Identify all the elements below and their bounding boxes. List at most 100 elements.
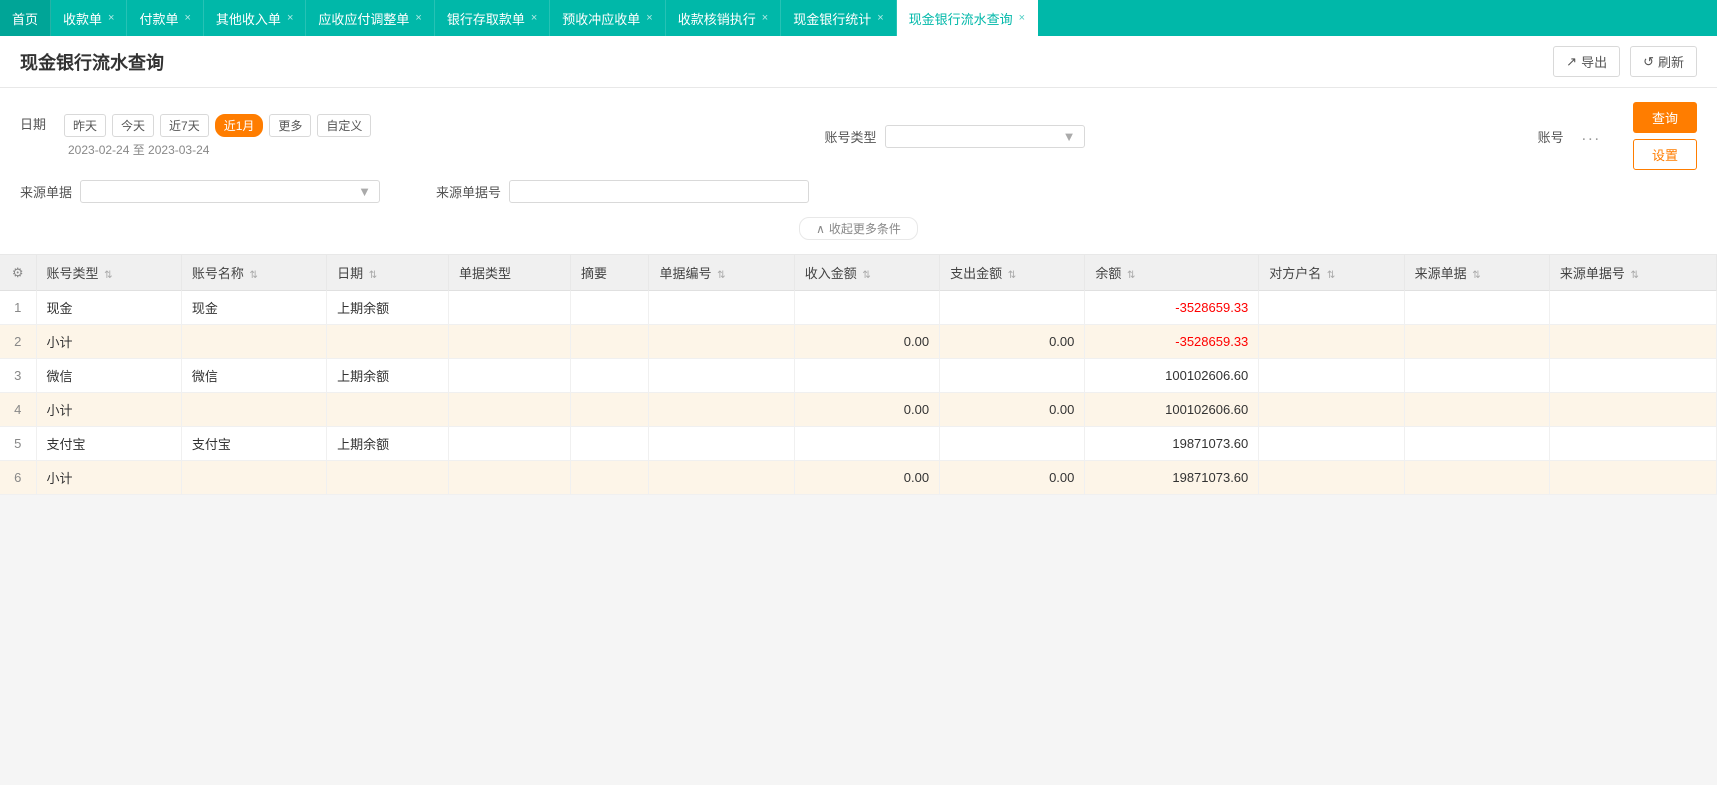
sort-icon-source-doc-no[interactable]: ⇅ [1631,270,1639,281]
cell-expense [940,291,1085,325]
nav-home[interactable]: 首页 [0,0,51,36]
sort-icon-expense[interactable]: ⇅ [1008,270,1016,281]
sort-icon-date[interactable]: ⇅ [369,270,377,281]
cell-doc-type [449,325,571,359]
col-counterpart: 对方户名 ⇅ [1259,255,1404,291]
sort-icon-source-doc[interactable]: ⇅ [1472,270,1480,281]
sort-icon-account-type[interactable]: ⇅ [104,270,112,281]
date-yesterday[interactable]: 昨天 [64,114,106,137]
nav-receipt-verify-close[interactable]: × [762,12,768,24]
cell-source-doc-no [1549,393,1716,427]
col-expense: 支出金额 ⇅ [940,255,1085,291]
top-navigation: 首页 收款单 × 付款单 × 其他收入单 × 应收应付调整单 × 银行存取款单 … [0,0,1717,36]
page-header: 现金银行流水查询 ↗ 导出 ↺ 刷新 [0,36,1717,88]
sort-icon-account-name[interactable]: ⇅ [249,270,257,281]
col-doc-type-label: 单据类型 [459,266,511,281]
date-options: 昨天 今天 近7天 近1月 更多 自定义 [64,114,371,137]
table-row[interactable]: 1 现金 现金 上期余额 -3528659.33 [0,291,1717,325]
sort-icon-counterpart[interactable]: ⇅ [1327,270,1335,281]
col-date: 日期 ⇅ [327,255,449,291]
nav-ar-ap-adjust[interactable]: 应收应付调整单 × [306,0,434,36]
nav-cash-bank-flow-close[interactable]: × [1019,12,1025,24]
source-doc-no-filter: 来源单据号 [436,180,809,203]
account-type-select[interactable]: ▼ [885,125,1085,148]
nav-other-income[interactable]: 其他收入单 × [204,0,306,36]
cell-account-type: 支付宝 [36,427,181,461]
col-doc-no-label: 单据编号 [659,266,711,281]
query-button[interactable]: 查询 [1633,102,1697,133]
account-type-label: 账号类型 [825,127,877,146]
nav-receipt[interactable]: 收款单 × [51,0,127,36]
cell-row-number: 5 [0,427,36,461]
nav-payment[interactable]: 付款单 × [127,0,203,36]
data-table: ⚙ 账号类型 ⇅ 账号名称 ⇅ 日期 ⇅ 单据类型 摘要 [0,255,1717,495]
nav-ar-ap-adjust-close[interactable]: × [415,12,421,24]
col-summary-label: 摘要 [581,266,607,281]
col-income: 收入金额 ⇅ [794,255,939,291]
collapse-label: 收起更多条件 [829,220,901,237]
cell-income [794,359,939,393]
table-row[interactable]: 2 小计 0.00 0.00 -3528659.33 [0,325,1717,359]
nav-cash-bank-stat-label: 现金银行统计 [793,9,871,28]
collapse-button[interactable]: ∧ 收起更多条件 [799,217,918,240]
nav-payment-close[interactable]: × [184,12,190,24]
cell-expense: 0.00 [940,393,1085,427]
gear-icon[interactable]: ⚙ [12,265,24,280]
date-1month[interactable]: 近1月 [215,114,264,137]
source-doc-chevron: ▼ [358,184,371,199]
sort-icon-doc-no[interactable]: ⇅ [717,270,725,281]
col-date-label: 日期 [337,266,363,281]
date-7days[interactable]: 近7天 [160,114,209,137]
export-button[interactable]: ↗ 导出 [1553,46,1620,77]
date-more[interactable]: 更多 [269,114,311,137]
cell-expense: 0.00 [940,325,1085,359]
cell-counterpart [1259,427,1404,461]
cell-source-doc [1404,291,1549,325]
nav-prepay-offset-close[interactable]: × [646,12,652,24]
table-row[interactable]: 3 微信 微信 上期余额 100102606.60 [0,359,1717,393]
cell-account-name [181,461,326,495]
sort-icon-balance[interactable]: ⇅ [1127,270,1135,281]
source-doc-no-input[interactable] [509,180,809,203]
table-row[interactable]: 6 小计 0.00 0.00 19871073.60 [0,461,1717,495]
source-doc-select[interactable]: ▼ [80,180,380,203]
cell-row-number: 3 [0,359,36,393]
account-type-filter: 账号类型 ▼ [825,125,1085,148]
account-dots[interactable]: ... [1582,127,1601,145]
nav-bank-deposit[interactable]: 银行存取款单 × [435,0,550,36]
cell-summary [570,461,649,495]
cell-summary [570,325,649,359]
col-expense-label: 支出金额 [950,266,1002,281]
settings-button[interactable]: 设置 [1633,139,1697,170]
sort-icon-income[interactable]: ⇅ [862,270,870,281]
date-filter-label: 日期 [20,114,56,133]
cell-doc-no [649,393,794,427]
date-today[interactable]: 今天 [112,114,154,137]
export-label: 导出 [1581,52,1607,71]
cell-row-number: 4 [0,393,36,427]
nav-cash-bank-stat-close[interactable]: × [877,12,883,24]
source-doc-no-label: 来源单据号 [436,182,501,201]
nav-receipt-verify[interactable]: 收款核销执行 × [666,0,781,36]
nav-cash-bank-stat[interactable]: 现金银行统计 × [781,0,896,36]
cell-account-name: 现金 [181,291,326,325]
nav-other-income-close[interactable]: × [287,12,293,24]
cell-row-number: 1 [0,291,36,325]
nav-receipt-close[interactable]: × [108,12,114,24]
refresh-button[interactable]: ↺ 刷新 [1630,46,1697,77]
table-row[interactable]: 5 支付宝 支付宝 上期余额 19871073.60 [0,427,1717,461]
cell-summary [570,393,649,427]
cell-balance: -3528659.33 [1085,291,1259,325]
cell-account-name: 微信 [181,359,326,393]
nav-cash-bank-flow-label: 现金银行流水查询 [909,9,1013,28]
nav-prepay-offset[interactable]: 预收冲应收单 × [550,0,665,36]
cell-source-doc-no [1549,325,1716,359]
col-balance: 余额 ⇅ [1085,255,1259,291]
nav-bank-deposit-label: 银行存取款单 [447,9,525,28]
cell-income [794,291,939,325]
nav-cash-bank-flow[interactable]: 现金银行流水查询 × [897,0,1038,36]
nav-bank-deposit-close[interactable]: × [531,12,537,24]
date-custom[interactable]: 自定义 [317,114,371,137]
cell-counterpart [1259,461,1404,495]
table-row[interactable]: 4 小计 0.00 0.00 100102606.60 [0,393,1717,427]
